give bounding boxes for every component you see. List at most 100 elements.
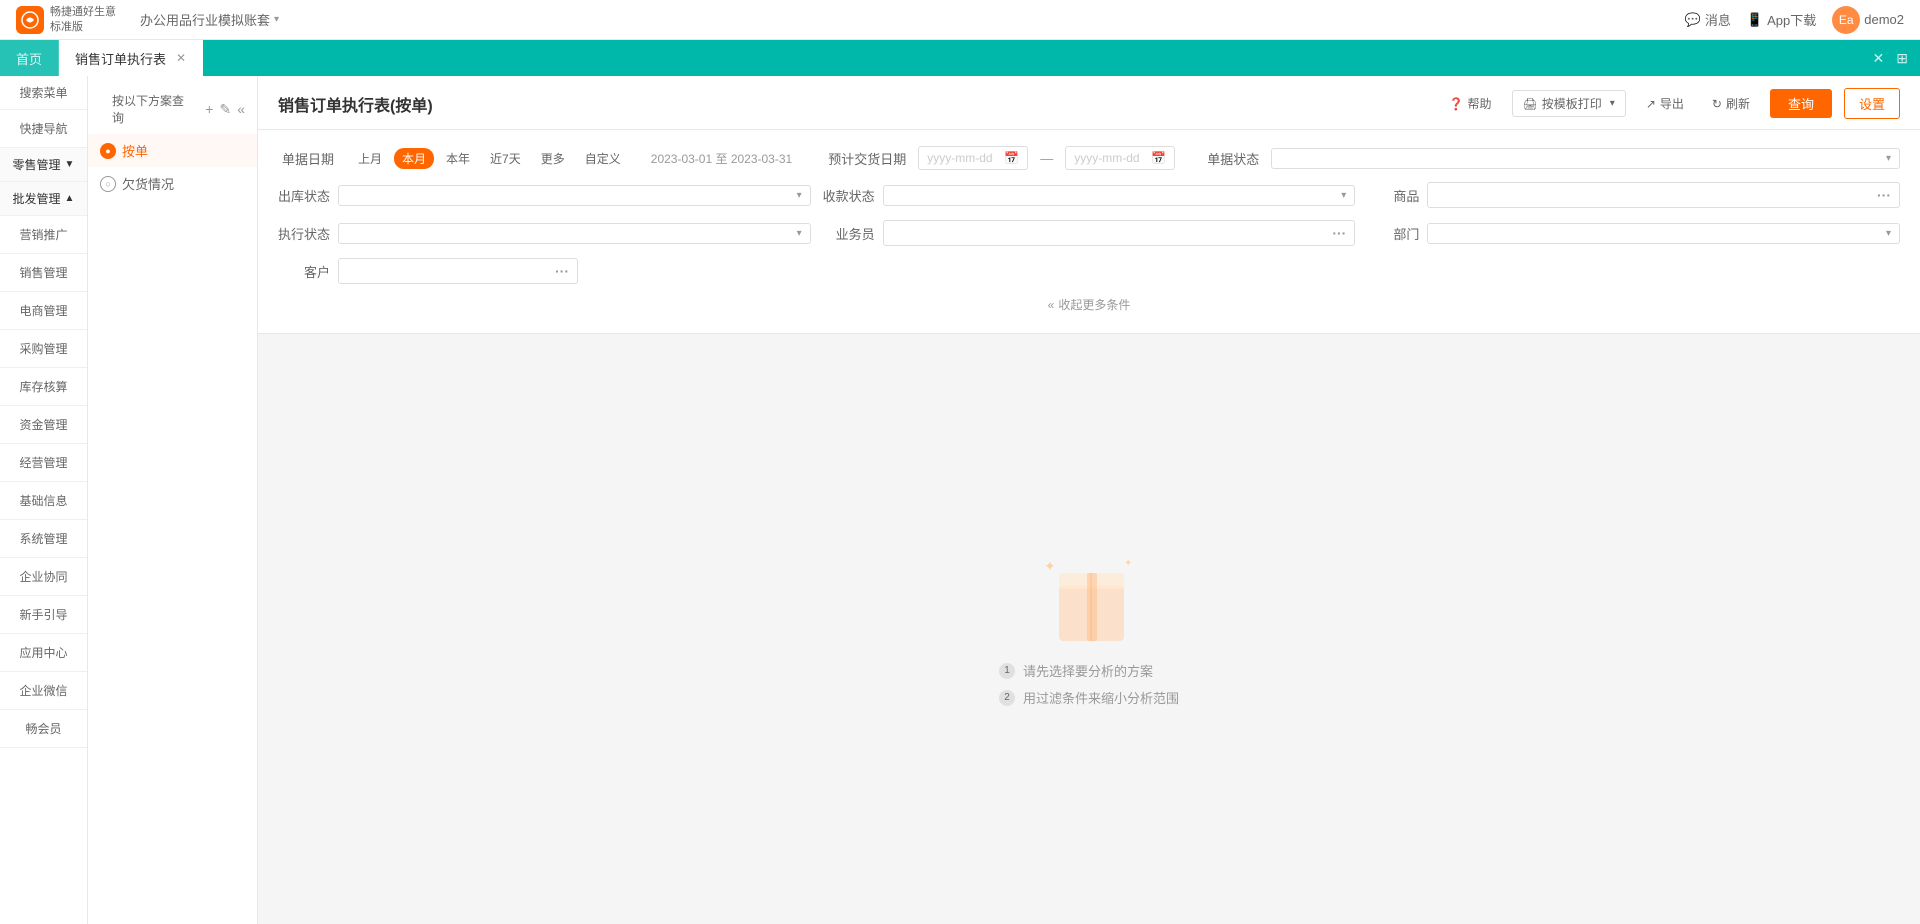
- calendar2-icon: 📅: [1151, 151, 1166, 165]
- export-icon: ↗: [1646, 97, 1656, 111]
- left-panel-header: 按以下方案查询 + ✎ «: [88, 88, 257, 134]
- help-icon: ❓: [1449, 97, 1464, 111]
- app-download-button[interactable]: 📱 App下载: [1747, 10, 1816, 29]
- sidebar-item-operations[interactable]: 经营管理: [0, 444, 87, 482]
- tab-close-icon[interactable]: ✕: [176, 51, 186, 65]
- sidebar-item-wechat[interactable]: 企业微信: [0, 672, 87, 710]
- filter-goods: 商品 ···: [1367, 182, 1900, 208]
- export-button[interactable]: ↗ 导出: [1638, 91, 1692, 116]
- help-button[interactable]: ❓ 帮助: [1441, 91, 1500, 116]
- date-tab-this-month[interactable]: 本月: [394, 148, 434, 169]
- delivery-status-arrow-icon: ▾: [797, 190, 802, 201]
- tab-bar-right: ✕ ⊞: [1861, 40, 1920, 76]
- tab-sales-order[interactable]: 销售订单执行表 ✕: [59, 40, 203, 76]
- message-button[interactable]: 💬 消息: [1685, 10, 1731, 29]
- date-tab-more[interactable]: 更多: [533, 148, 573, 169]
- refresh-icon: ↻: [1712, 97, 1722, 111]
- customer-select[interactable]: ···: [338, 258, 578, 284]
- salesperson-more-icon[interactable]: ···: [1332, 225, 1346, 241]
- sidebar-item-retail[interactable]: 零售管理 ▼: [0, 148, 87, 182]
- calendar-icon: 📅: [1004, 151, 1019, 165]
- nav-icon-shortage: ○: [100, 176, 116, 192]
- status-select-arrow-icon: ▾: [1886, 153, 1891, 164]
- tab-bar: 首页 销售订单执行表 ✕ ✕ ⊞: [0, 40, 1920, 76]
- page-inner: 按以下方案查询 + ✎ « ● 按单 ○ 欠货情况: [88, 76, 1920, 924]
- empty-state-text: 1 请先选择要分析的方案 2 用过滤条件来缩小分析范围: [999, 661, 1179, 707]
- main-layout: 搜索菜单 快捷导航 零售管理 ▼ 批发管理 ▲ 营销推广 销售管理 电商管理 采…: [0, 76, 1920, 924]
- sidebar-item-ecommerce[interactable]: 电商管理: [0, 292, 87, 330]
- department-arrow-icon: ▾: [1886, 228, 1891, 239]
- filter-row-3: 执行状态 ▾ 业务员 ···: [278, 220, 1900, 246]
- nav-item-shortage[interactable]: ○ 欠货情况: [88, 167, 257, 200]
- empty-state: ✦ ✦ · 1 请先选择要分析的方案 2 用过滤条件来缩小分析范围: [258, 334, 1920, 924]
- tab-home[interactable]: 首页: [0, 40, 59, 76]
- sidebar-item-wholesale[interactable]: 批发管理 ▲: [0, 182, 87, 216]
- customer-more-icon[interactable]: ···: [555, 263, 569, 279]
- svg-text:·: ·: [1041, 604, 1044, 613]
- execution-status-arrow-icon: ▾: [797, 228, 802, 239]
- user-profile[interactable]: Ea demo2: [1832, 6, 1904, 34]
- expected-date-to-input[interactable]: yyyy-mm-dd 📅: [1065, 146, 1175, 170]
- sidebar-item-marketing[interactable]: 营销推广: [0, 216, 87, 254]
- window-restore-icon[interactable]: ✕: [1873, 50, 1885, 67]
- sidebar-item-procurement[interactable]: 采购管理: [0, 330, 87, 368]
- goods-select[interactable]: ···: [1427, 182, 1900, 208]
- nav-icon-order: ●: [100, 143, 116, 159]
- content-actions: ❓ 帮助 🖨 按模板打印 ▾ ↗ 导出 ↻: [1441, 88, 1900, 119]
- logo-text: 畅捷通好生意 标准版: [50, 5, 116, 34]
- add-scheme-button[interactable]: +: [205, 101, 213, 117]
- tab-spacer: [203, 40, 1860, 76]
- filter-area: 单据日期 上月 本月 本年 近7天 更多 自定义 2023-03-01 至 20…: [258, 130, 1920, 334]
- salesperson-select[interactable]: ···: [883, 220, 1356, 246]
- sidebar-item-finance[interactable]: 资金管理: [0, 406, 87, 444]
- header-right: 💬 消息 📱 App下载 Ea demo2: [1685, 6, 1904, 34]
- empty-graphic: ✦ ✦ ·: [1039, 551, 1139, 641]
- date-tab-this-year[interactable]: 本年: [438, 148, 478, 169]
- goods-more-icon[interactable]: ···: [1877, 187, 1891, 203]
- download-icon: 📱: [1747, 12, 1763, 28]
- collapse-panel-button[interactable]: «: [237, 101, 245, 117]
- top-header: 畅捷通好生意 标准版 办公用品行业模拟账套 ▾ 💬 消息 📱 App下载 Ea …: [0, 0, 1920, 40]
- sidebar-item-member[interactable]: 畅会员: [0, 710, 87, 748]
- left-panel: 按以下方案查询 + ✎ « ● 按单 ○ 欠货情况: [88, 76, 258, 924]
- breadcrumb[interactable]: 办公用品行业模拟账套 ▾: [140, 10, 279, 29]
- date-tab-7days[interactable]: 近7天: [482, 148, 529, 169]
- settings-button[interactable]: 设置: [1844, 88, 1900, 119]
- chevron-up-icon: ▲: [65, 193, 75, 204]
- svg-text:✦: ✦: [1124, 558, 1132, 569]
- empty-hint-2: 2 用过滤条件来缩小分析范围: [999, 688, 1179, 707]
- expected-date-from-input[interactable]: yyyy-mm-dd 📅: [918, 146, 1028, 170]
- date-tab-custom[interactable]: 自定义: [577, 148, 629, 169]
- sidebar-item-app-center[interactable]: 应用中心: [0, 634, 87, 672]
- department-select[interactable]: ▾: [1427, 223, 1900, 244]
- filter-salesperson: 业务员 ···: [823, 220, 1356, 246]
- delivery-status-select[interactable]: ▾: [338, 185, 811, 206]
- edit-scheme-button[interactable]: ✎: [219, 101, 231, 118]
- sidebar-item-newbie[interactable]: 新手引导: [0, 596, 87, 634]
- empty-num-1: 1: [999, 663, 1015, 679]
- sidebar-item-inventory[interactable]: 库存核算: [0, 368, 87, 406]
- sidebar-item-basic-info[interactable]: 基础信息: [0, 482, 87, 520]
- empty-hint-1: 1 请先选择要分析的方案: [999, 661, 1179, 680]
- print-button[interactable]: 🖨 按模板打印 ▾: [1512, 90, 1626, 117]
- sidebar-item-sales[interactable]: 销售管理: [0, 254, 87, 292]
- chevron-down-icon: ▼: [65, 159, 75, 170]
- collapse-icon: «: [1048, 298, 1055, 312]
- date-tab-last-month[interactable]: 上月: [350, 148, 390, 169]
- filter-row-date: 单据日期 上月 本月 本年 近7天 更多 自定义 2023-03-01 至 20…: [278, 146, 1900, 170]
- svg-text:✦: ✦: [1044, 558, 1056, 574]
- refresh-button[interactable]: ↻ 刷新: [1704, 91, 1758, 116]
- collapse-filter-button[interactable]: « 收起更多条件: [278, 288, 1900, 317]
- payment-status-select[interactable]: ▾: [883, 185, 1356, 206]
- search-button[interactable]: 查询: [1770, 89, 1832, 118]
- sidebar-quick-nav[interactable]: 快捷导航: [0, 110, 87, 148]
- sidebar-search-menu[interactable]: 搜索菜单: [0, 76, 87, 110]
- status-select[interactable]: ▾: [1271, 148, 1900, 169]
- window-maximize-icon[interactable]: ⊞: [1896, 50, 1908, 67]
- execution-status-select[interactable]: ▾: [338, 223, 811, 244]
- sidebar-item-enterprise[interactable]: 企业协同: [0, 558, 87, 596]
- filter-payment-status: 收款状态 ▾: [823, 185, 1356, 206]
- print-icon: 🖨: [1523, 97, 1538, 111]
- sidebar-item-system[interactable]: 系统管理: [0, 520, 87, 558]
- nav-item-by-order[interactable]: ● 按单: [88, 134, 257, 167]
